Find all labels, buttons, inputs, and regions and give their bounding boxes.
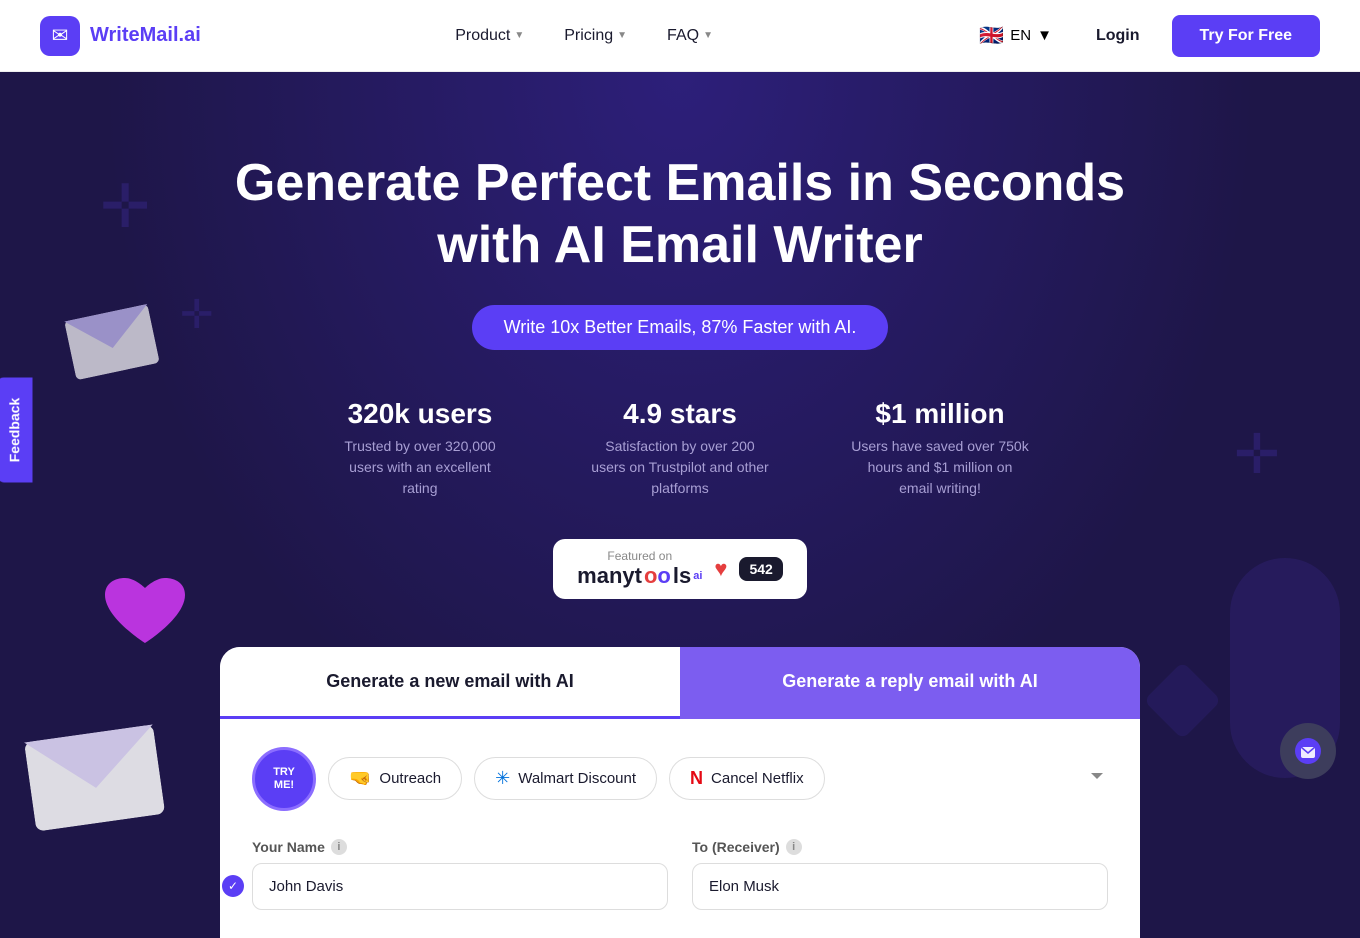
nav-right: 🇬🇧 EN ▼ Login Try For Free [967,15,1320,57]
email-generator: Generate a new email with AI Generate a … [220,647,1140,938]
logo-icon: ✉ [40,16,80,56]
outreach-emoji: 🤜 [349,768,371,789]
stat-users-desc: Trusted by over 320,000 users with an ex… [330,436,510,499]
try-me-badge[interactable]: TRY ME! [252,747,316,811]
lang-chevron-icon: ▼ [1037,27,1052,44]
lang-label: EN [1010,27,1031,44]
hero-section: ✛ ✛ ✛ Generate Perfect Emails in Seconds… [0,72,1360,938]
your-name-info-icon[interactable]: i [331,839,347,855]
your-name-input-wrap: ✓ [252,863,668,910]
hero-content: Generate Perfect Emails in Seconds with … [230,152,1130,938]
deco-envelope [24,724,166,836]
stat-users-number: 320k users [348,398,493,430]
login-button[interactable]: Login [1080,19,1156,53]
feedback-tab[interactable]: Feedback [0,377,32,482]
receiver-input-wrap [692,863,1108,910]
hero-badge: Write 10x Better Emails, 87% Faster with… [472,305,889,350]
faq-chevron-icon: ▼ [703,30,713,41]
hero-stats: 320k users Trusted by over 320,000 users… [330,398,1030,499]
deco-cross-2: ✛ [180,292,214,338]
netflix-emoji: N [690,768,703,789]
fields-row: Your Name i ✓ To (Receiver) i [252,839,1108,910]
manytools-heart-icon: ♥ [714,556,727,582]
template-chip-walmart[interactable]: ✳ Walmart Discount [474,757,657,800]
deco-diamond [1144,661,1222,739]
walmart-emoji: ✳ [495,768,510,789]
netflix-label: Cancel Netflix [711,770,804,787]
language-selector[interactable]: 🇬🇧 EN ▼ [967,17,1064,54]
nav-pricing[interactable]: Pricing ▼ [548,19,643,53]
receiver-field-group: To (Receiver) i [692,839,1108,910]
featured-on-label: Featured on [577,549,702,563]
deco-heart [100,573,190,658]
outreach-label: Outreach [379,770,441,787]
template-chip-outreach[interactable]: 🤜 Outreach [328,757,462,800]
navbar: ✉ WriteMail.ai Product ▼ Pricing ▼ FAQ ▼… [0,0,1360,72]
flag-icon: 🇬🇧 [979,23,1004,48]
receiver-info-icon[interactable]: i [786,839,802,855]
stat-million-number: $1 million [875,398,1004,430]
tab-reply-email[interactable]: Generate a reply email with AI [680,647,1140,719]
stat-million: $1 million Users have saved over 750k ho… [850,398,1030,499]
nav-product[interactable]: Product ▼ [439,19,540,53]
your-name-field-group: Your Name i ✓ [252,839,668,910]
your-name-label: Your Name i [252,839,668,855]
walmart-label: Walmart Discount [518,770,636,787]
manytools-badge[interactable]: Featured on manyt oo ls ai ♥ 542 [553,539,807,599]
chat-fab-button[interactable] [1280,723,1336,779]
manytools-count: 542 [739,557,782,581]
template-chip-netflix[interactable]: N Cancel Netflix [669,757,825,800]
logo[interactable]: ✉ WriteMail.ai [40,16,201,56]
deco-envelope-2 [64,304,161,385]
stat-million-desc: Users have saved over 750k hours and $1 … [850,436,1030,499]
logo-text: WriteMail.ai [90,24,201,47]
nav-links: Product ▼ Pricing ▼ FAQ ▼ [439,19,729,53]
try-for-free-button[interactable]: Try For Free [1172,15,1320,57]
nav-faq[interactable]: FAQ ▼ [651,19,729,53]
templates-dropdown-arrow[interactable] [1086,765,1108,792]
your-name-input[interactable] [252,863,668,910]
stat-stars: 4.9 stars Satisfaction by over 200 users… [590,398,770,499]
form-area: TRY ME! 🤜 Outreach ✳ Walmart Discount N … [220,719,1140,938]
product-chevron-icon: ▼ [514,30,524,41]
manytools-featured-text: Featured on manyt oo ls ai [577,549,702,589]
deco-cross-3: ✛ [1234,422,1280,486]
template-row: TRY ME! 🤜 Outreach ✳ Walmart Discount N … [252,747,1108,811]
tab-new-email[interactable]: Generate a new email with AI [220,647,680,719]
your-name-check-icon: ✓ [222,875,244,897]
hero-title: Generate Perfect Emails in Seconds with … [230,152,1130,277]
tab-bar: Generate a new email with AI Generate a … [220,647,1140,719]
chat-icon [1294,737,1322,765]
receiver-input[interactable] [692,863,1108,910]
pricing-chevron-icon: ▼ [617,30,627,41]
manytools-logo: manyt oo ls ai [577,563,702,589]
stat-stars-desc: Satisfaction by over 200 users on Trustp… [590,436,770,499]
stat-users: 320k users Trusted by over 320,000 users… [330,398,510,499]
deco-cross-1: ✛ [100,172,150,242]
receiver-label: To (Receiver) i [692,839,1108,855]
stat-stars-number: 4.9 stars [623,398,737,430]
